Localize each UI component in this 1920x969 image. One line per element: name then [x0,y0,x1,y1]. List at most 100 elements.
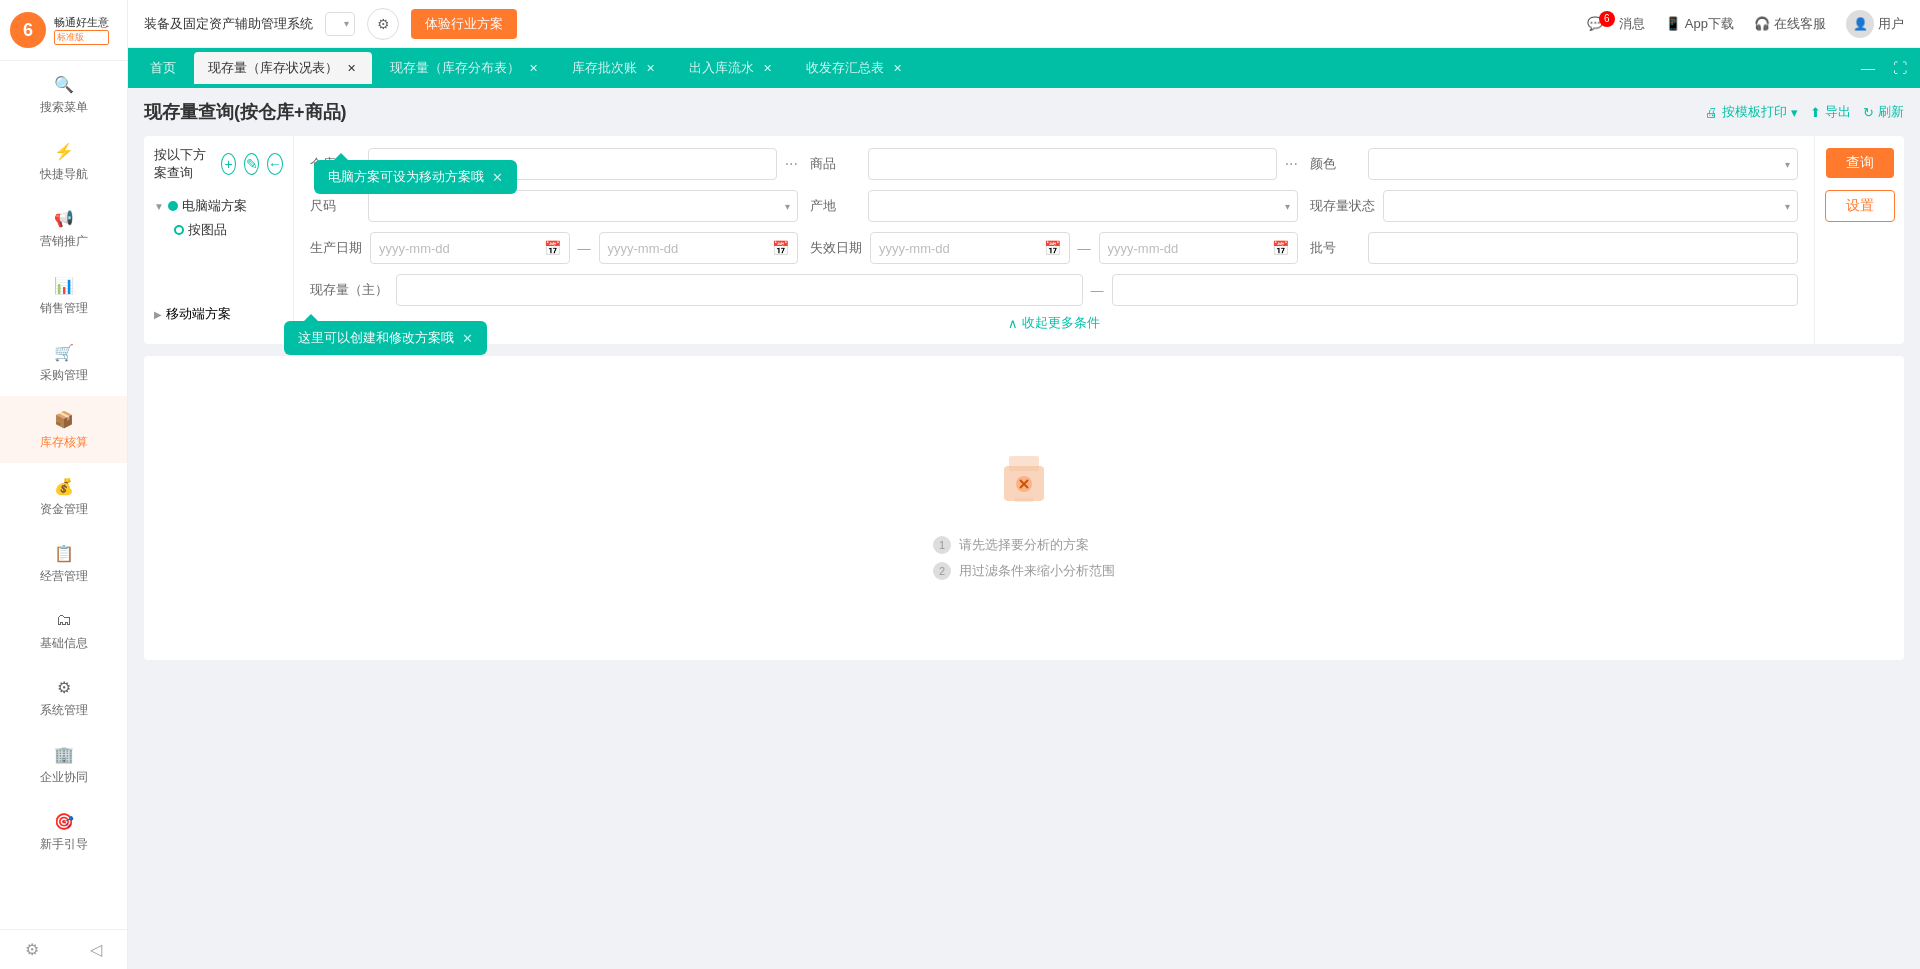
reset-button[interactable]: 设置 [1825,190,1895,222]
print-chevron: ▾ [1791,105,1798,120]
tab-close-icon[interactable]: ✕ [760,61,774,75]
empty-hints: 1 请先选择要分析的方案 2 用过滤条件来缩小分析范围 [933,536,1115,580]
sidebar-bottom: ⚙ ◁ [0,929,127,969]
export-btn[interactable]: ⬆ 导出 [1810,103,1851,121]
search-button[interactable]: 查询 [1826,148,1894,178]
sidebar-item-finance[interactable]: 💰 资金管理 [0,463,127,530]
date-dash-1: — [578,241,591,256]
scheme-child-label[interactable]: 按图品 [188,221,227,239]
sidebar-item-system[interactable]: ⚙ 系统管理 [0,664,127,731]
sidebar-item-marketing[interactable]: 📢 营销推广 [0,195,127,262]
tooltip-close-2[interactable]: ✕ [462,331,473,346]
sidebar-icon-enterprise: 🏢 [53,743,75,765]
color-select-wrap[interactable] [1368,148,1798,180]
tab-inventory-status[interactable]: 现存量（库存状况表） ✕ [194,52,372,84]
tab-close-icon[interactable]: ✕ [344,61,358,75]
sidebar-item-guide[interactable]: 🎯 新手引导 [0,798,127,865]
avatar: 👤 [1846,10,1874,38]
tab-inout-flow[interactable]: 出入库流水 ✕ [675,52,788,84]
size-select[interactable] [368,190,798,222]
sidebar-menu: 🔍 搜索菜单 ⚡ 快捷导航 📢 营销推广 📊 销售管理 🛒 采购管理 📦 库存核… [0,61,127,929]
produce-date-placeholder: yyyy-mm-dd [379,241,450,256]
print-btn[interactable]: 🖨 按模板打印 ▾ [1705,103,1798,121]
batch-input[interactable] [1368,232,1798,264]
collapse-more-btn[interactable]: ∧ 收起更多条件 [310,314,1798,332]
sidebar-item-enterprise[interactable]: 🏢 企业协同 [0,731,127,798]
main-area: 装备及固定资产辅助管理系统 ⚙ 体验行业方案 💬 6 消息 📱 App下载 🎧 … [128,0,1920,969]
product-label: 商品 [810,155,860,173]
sidebar-item-search[interactable]: 🔍 搜索菜单 [0,61,127,128]
empty-illustration [984,436,1064,516]
tab-close-icon[interactable]: ✕ [526,61,540,75]
expire-date-from[interactable]: yyyy-mm-dd 📅 [870,232,1070,264]
produce-date-to[interactable]: yyyy-mm-dd 📅 [599,232,799,264]
edit-scheme-btn[interactable]: ✎ [244,153,259,175]
warehouse-more-icon[interactable]: ··· [785,155,798,173]
tab-collect-summary[interactable]: 收发存汇总表 ✕ [792,52,918,84]
stock-qty-label: 现存量（主） [310,281,388,299]
date-dash-2: — [1078,241,1091,256]
tab-close-icon[interactable]: ✕ [890,61,904,75]
experience-button[interactable]: 体验行业方案 [411,9,517,39]
sidebar-item-basic[interactable]: 🗂 基础信息 [0,597,127,664]
calendar-icon-4[interactable]: 📅 [1272,240,1289,256]
app-download-item[interactable]: 📱 App下载 [1665,15,1734,33]
tab-label: 收发存汇总表 [806,59,884,77]
filter-field-origin: 产地 [810,190,1298,222]
sidebar-item-quicknav[interactable]: ⚡ 快捷导航 [0,128,127,195]
product-more-icon[interactable]: ··· [1285,155,1298,173]
origin-select-wrap[interactable] [868,190,1298,222]
sidebar-item-inventory[interactable]: 📦 库存核算 [0,396,127,463]
collapse-sidebar-icon[interactable]: ◁ [90,940,102,959]
message-item[interactable]: 💬 6 消息 [1587,15,1645,33]
batch-label: 批号 [1310,239,1360,257]
sidebar-item-operations[interactable]: 📋 经营管理 [0,530,127,597]
add-scheme-btn[interactable]: + [221,153,236,175]
online-support-label: 在线客服 [1774,15,1826,33]
tab-minimize-btn[interactable]: — [1856,56,1880,80]
sidebar-label-sales: 销售管理 [40,300,88,317]
back-scheme-btn[interactable]: ← [267,153,283,175]
stock-status-select-wrap[interactable] [1383,190,1798,222]
calendar-icon-3[interactable]: 📅 [1044,240,1061,256]
scheme-mobile-label[interactable]: 移动端方案 [166,305,231,323]
stock-status-select[interactable] [1383,190,1798,222]
scheme-root-label[interactable]: 电脑端方案 [182,197,247,215]
sidebar-label-finance: 资金管理 [40,501,88,518]
topbar: 装备及固定资产辅助管理系统 ⚙ 体验行业方案 💬 6 消息 📱 App下载 🎧 … [128,0,1920,48]
filter-row-1: 仓库 ··· 商品 ··· 颜色 [310,148,1798,180]
stock-qty-from[interactable] [396,274,1083,306]
refresh-btn[interactable]: ↻ 刷新 [1863,103,1904,121]
filter-outer: 按以下方案查询 + ✎ ← 电脑方案可设为移动方案哦 ✕ ▼ 电脑端方案 [144,136,1904,344]
system-select[interactable] [325,12,355,36]
sidebar-item-sales[interactable]: 📊 销售管理 [0,262,127,329]
sidebar-label-inventory: 库存核算 [40,434,88,451]
refresh-icon: ↻ [1863,105,1874,120]
sidebar-item-purchase[interactable]: 🛒 采购管理 [0,329,127,396]
system-select-wrap[interactable] [325,12,355,36]
scheme-dot-active [168,201,178,211]
tooltip-close-1[interactable]: ✕ [492,170,503,185]
tab-maximize-btn[interactable]: ⛶ [1888,56,1912,80]
produce-date-from[interactable]: yyyy-mm-dd 📅 [370,232,570,264]
gear-button[interactable]: ⚙ [367,8,399,40]
calendar-icon-1[interactable]: 📅 [544,240,561,256]
expire-date-to[interactable]: yyyy-mm-dd 📅 [1099,232,1299,264]
export-icon: ⬆ [1810,105,1821,120]
stock-qty-to[interactable] [1112,274,1799,306]
sidebar-icon-finance: 💰 [53,475,75,497]
scheme-panel: 按以下方案查询 + ✎ ← 电脑方案可设为移动方案哦 ✕ ▼ 电脑端方案 [144,136,294,344]
origin-select[interactable] [868,190,1298,222]
product-input[interactable] [868,148,1277,180]
color-select[interactable] [1368,148,1798,180]
user-item[interactable]: 👤 用户 [1846,10,1904,38]
calendar-icon-2[interactable]: 📅 [772,240,789,256]
tooltip-text-2: 这里可以创建和修改方案哦 [298,329,454,347]
tab-close-icon[interactable]: ✕ [643,61,657,75]
tab-inventory-dist[interactable]: 现存量（库存分布表） ✕ [376,52,554,84]
settings-bottom-icon[interactable]: ⚙ [25,940,39,959]
tab-home[interactable]: 首页 [136,52,190,84]
online-support-item[interactable]: 🎧 在线客服 [1754,15,1826,33]
tab-batch-account[interactable]: 库存批次账 ✕ [558,52,671,84]
size-select-wrap[interactable] [368,190,798,222]
